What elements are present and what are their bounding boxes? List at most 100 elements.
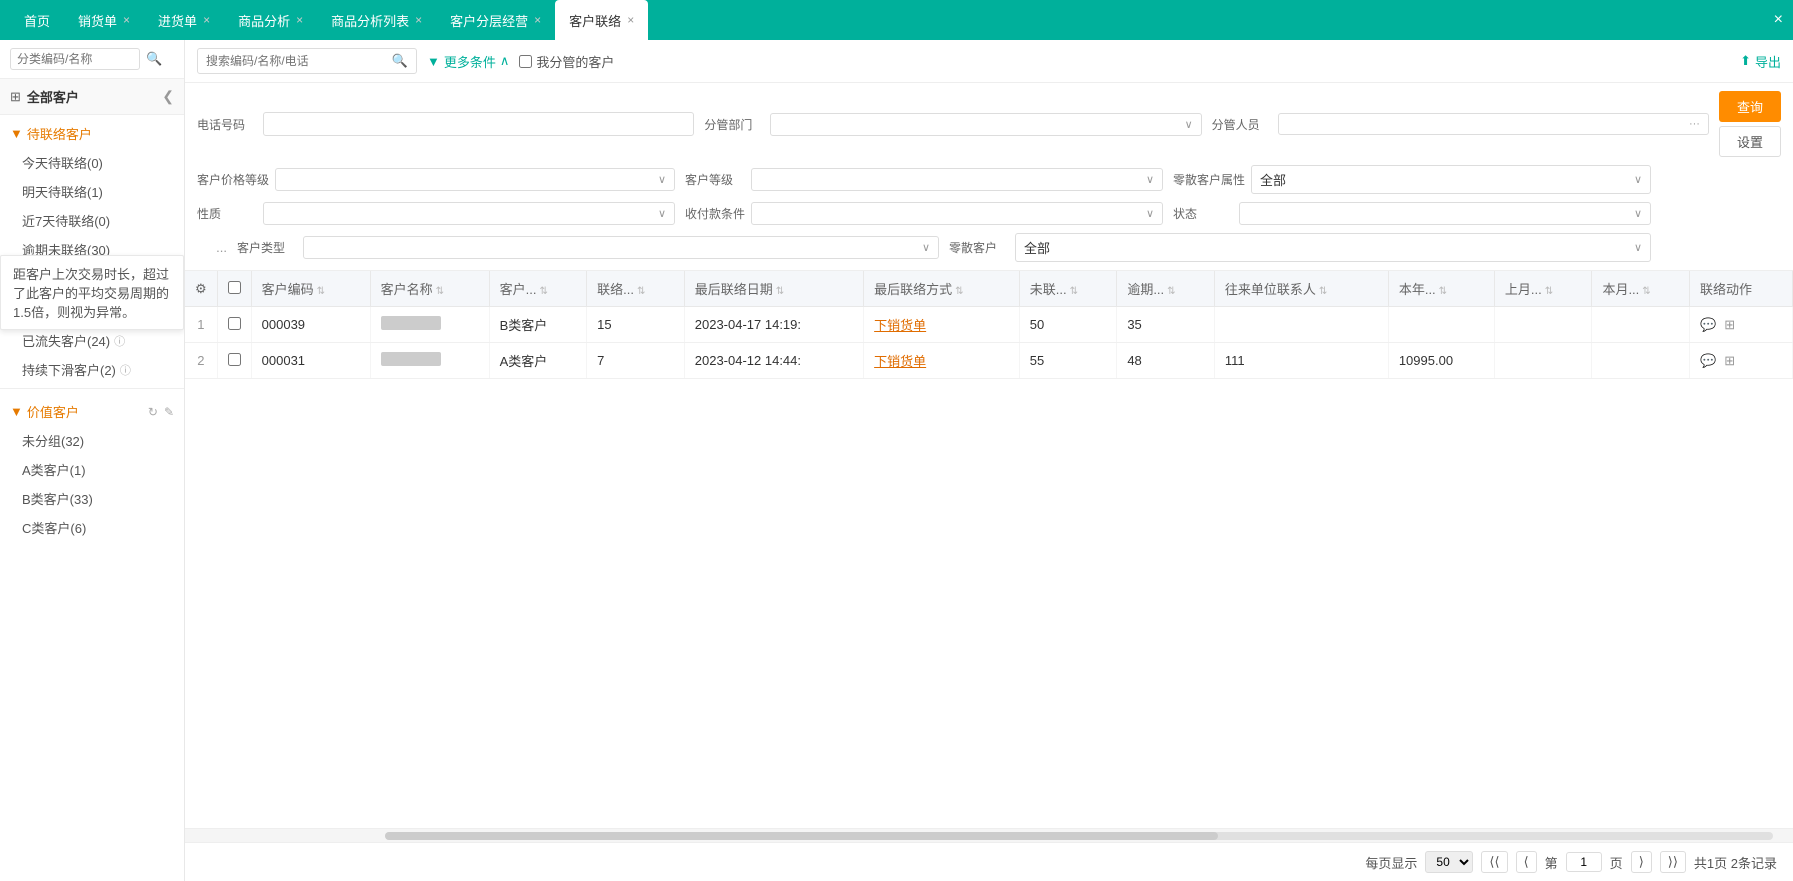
nav-customer-segments[interactable]: 客户分层经营 × (436, 0, 555, 40)
churned-info-icon[interactable]: ⓘ (114, 333, 125, 349)
sort-not-contacted-icon[interactable]: ⇅ (1070, 286, 1078, 297)
sort-year-icon[interactable]: ⇅ (1439, 286, 1447, 297)
nav-home[interactable]: 首页 (10, 0, 64, 40)
row-2-more-icon[interactable]: ⊞ (1724, 353, 1735, 369)
row-2-chat-icon[interactable]: 💬 (1700, 353, 1716, 369)
close-product-analysis-list-icon[interactable]: × (415, 13, 422, 27)
window-close-button[interactable]: × (1774, 11, 1783, 29)
close-sales-order-icon[interactable]: × (123, 13, 130, 27)
sort-name-icon[interactable]: ⇅ (436, 286, 444, 297)
nav-sales-order[interactable]: 销货单 × (64, 0, 144, 40)
search-icon[interactable]: 🔍 (392, 53, 408, 69)
nav-product-analysis-list[interactable]: 商品分析列表 × (317, 0, 436, 40)
prev-page-button[interactable]: ⟨ (1516, 851, 1537, 873)
my-customers-check[interactable] (519, 55, 532, 68)
close-product-analysis-icon[interactable]: × (296, 13, 303, 27)
retail-customer-select[interactable]: 全部 ∨ (1015, 233, 1651, 262)
sidebar-item-ungrouped[interactable]: 未分组(32) (0, 426, 184, 455)
pending-contact-group-title[interactable]: ▼ 待联络客户 (0, 119, 184, 148)
row-1-checkbox[interactable] (228, 317, 241, 330)
sidebar-item-class-c[interactable]: C类客户(6) (0, 513, 184, 542)
customer-level-arrow-icon: ∨ (1146, 173, 1154, 186)
sidebar-item-7days[interactable]: 近7天待联络(0) (0, 206, 184, 235)
row-2-last-method[interactable]: 下销货单 (864, 343, 1020, 379)
price-level-select[interactable]: ∨ (275, 168, 675, 191)
sort-code-icon[interactable]: ⇅ (317, 286, 325, 297)
row-checkbox-2[interactable] (217, 343, 251, 379)
close-purchase-order-icon[interactable]: × (203, 13, 210, 27)
next-page-button[interactable]: ⟩ (1631, 851, 1652, 873)
export-button[interactable]: ⬆ 导出 (1740, 52, 1781, 71)
sidebar-search-input[interactable] (10, 48, 140, 70)
status-select[interactable]: ∨ (1239, 202, 1651, 225)
sort-date-icon[interactable]: ⇅ (776, 286, 784, 297)
value-customers-group-title[interactable]: ▼ 价值客户 ↻ ✎ (0, 397, 184, 426)
table-settings-col[interactable]: ⚙ (185, 271, 217, 307)
sort-contact-icon[interactable]: ⇅ (637, 286, 645, 297)
nav-purchase-order[interactable]: 进货单 × (144, 0, 224, 40)
sidebar-item-class-b[interactable]: B类客户(33) (0, 484, 184, 513)
page-size-select[interactable]: 50 (1425, 851, 1473, 873)
row-2-not-contacted: 55 (1019, 343, 1117, 379)
sort-last-month-icon[interactable]: ⇅ (1545, 286, 1553, 297)
sort-overdue-icon[interactable]: ⇅ (1167, 286, 1175, 297)
payment-select[interactable]: ∨ (751, 202, 1163, 225)
last-page-button[interactable]: ⟩⟩ (1660, 851, 1686, 873)
table-footer: 每页显示 50 ⟨⟨ ⟨ 第 页 ⟩ ⟩⟩ 共1页 2条记录 (185, 842, 1793, 881)
page-input[interactable] (1566, 852, 1602, 872)
customer-type-select[interactable]: ∨ (303, 236, 939, 259)
select-all-checkbox[interactable] (228, 281, 241, 294)
all-customers-header[interactable]: ⊞ 全部客户 ❮ (0, 79, 184, 115)
more-conditions-arrow: ∧ (500, 53, 510, 69)
phone-input[interactable] (263, 112, 694, 136)
row-1-more-icon[interactable]: ⊞ (1724, 317, 1735, 333)
scrollbar-thumb[interactable] (385, 832, 1218, 840)
nav-customer-contact[interactable]: 客户联络 × (555, 0, 648, 40)
sort-month-icon[interactable]: ⇅ (1642, 286, 1650, 297)
row-checkbox-1[interactable] (217, 307, 251, 343)
value-customers-refresh-icon[interactable]: ↻ (148, 405, 158, 419)
row-2-method-link[interactable]: 下销货单 (874, 354, 926, 369)
my-customers-checkbox[interactable]: 我分管的客户 (519, 52, 614, 71)
sort-method-icon[interactable]: ⇅ (955, 286, 963, 297)
first-page-button[interactable]: ⟨⟨ (1481, 851, 1507, 873)
tooltip-box: 距客户上次交易时长，超过了此客户的平均交易周期的1.5倍，则视为异常。 (0, 255, 184, 330)
horizontal-scrollbar[interactable] (185, 828, 1793, 842)
more-conditions-button[interactable]: ▼ 更多条件 ∧ (427, 52, 509, 71)
row-1-chat-icon[interactable]: 💬 (1700, 317, 1716, 333)
sidebar-item-declining[interactable]: 持续下滑客户(2) ⓘ (0, 355, 184, 384)
table-checkbox-col[interactable] (217, 271, 251, 307)
person-select[interactable]: ··· (1278, 113, 1709, 135)
row-1-last-method[interactable]: 下销货单 (864, 307, 1020, 343)
value-customers-edit-icon[interactable]: ✎ (164, 405, 174, 419)
sort-contact-person-icon[interactable]: ⇅ (1319, 286, 1327, 297)
settings-button[interactable]: 设置 (1719, 126, 1781, 157)
filter-price-level: 客户价格等级 ∨ (197, 168, 675, 191)
extra-dots[interactable]: ... (216, 240, 227, 255)
sidebar-search-icon[interactable]: 🔍 (146, 51, 162, 67)
collapse-icon[interactable]: ❮ (162, 88, 174, 105)
filter-customer-level: 客户等级 ∨ (685, 168, 1163, 191)
gender-select[interactable]: ∨ (263, 202, 675, 225)
close-customer-segments-icon[interactable]: × (534, 13, 541, 27)
sort-type-icon[interactable]: ⇅ (539, 286, 547, 297)
row-2-checkbox[interactable] (228, 353, 241, 366)
query-button[interactable]: 查询 (1719, 91, 1781, 122)
table-row: 2 000031 A类客户 7 2023-04-12 14:44: 下销货单 5… (185, 343, 1793, 379)
search-input[interactable] (206, 54, 386, 68)
content-area: 🔍 ▼ 更多条件 ∧ 我分管的客户 ⬆ 导出 电话号码 (185, 40, 1793, 881)
nav-product-analysis[interactable]: 商品分析 × (224, 0, 317, 40)
sidebar-item-churned[interactable]: 已流失客户(24) ⓘ (0, 326, 184, 355)
customer-level-select[interactable]: ∨ (751, 168, 1163, 191)
total-label: 共1页 2条记录 (1694, 853, 1777, 872)
declining-info-icon[interactable]: ⓘ (120, 362, 131, 378)
triangle-icon: ▼ (10, 126, 23, 141)
sidebar-item-today[interactable]: 今天待联络(0) (0, 148, 184, 177)
sidebar-item-class-a[interactable]: A类客户(1) (0, 455, 184, 484)
dept-select[interactable]: ∨ (770, 113, 1201, 136)
close-customer-contact-icon[interactable]: × (627, 13, 634, 27)
sidebar-item-tomorrow[interactable]: 明天待联络(1) (0, 177, 184, 206)
retail-attr-select[interactable]: 全部 ∨ (1251, 165, 1651, 194)
row-1-method-link[interactable]: 下销货单 (874, 318, 926, 333)
row-2-type: A类客户 (489, 343, 587, 379)
